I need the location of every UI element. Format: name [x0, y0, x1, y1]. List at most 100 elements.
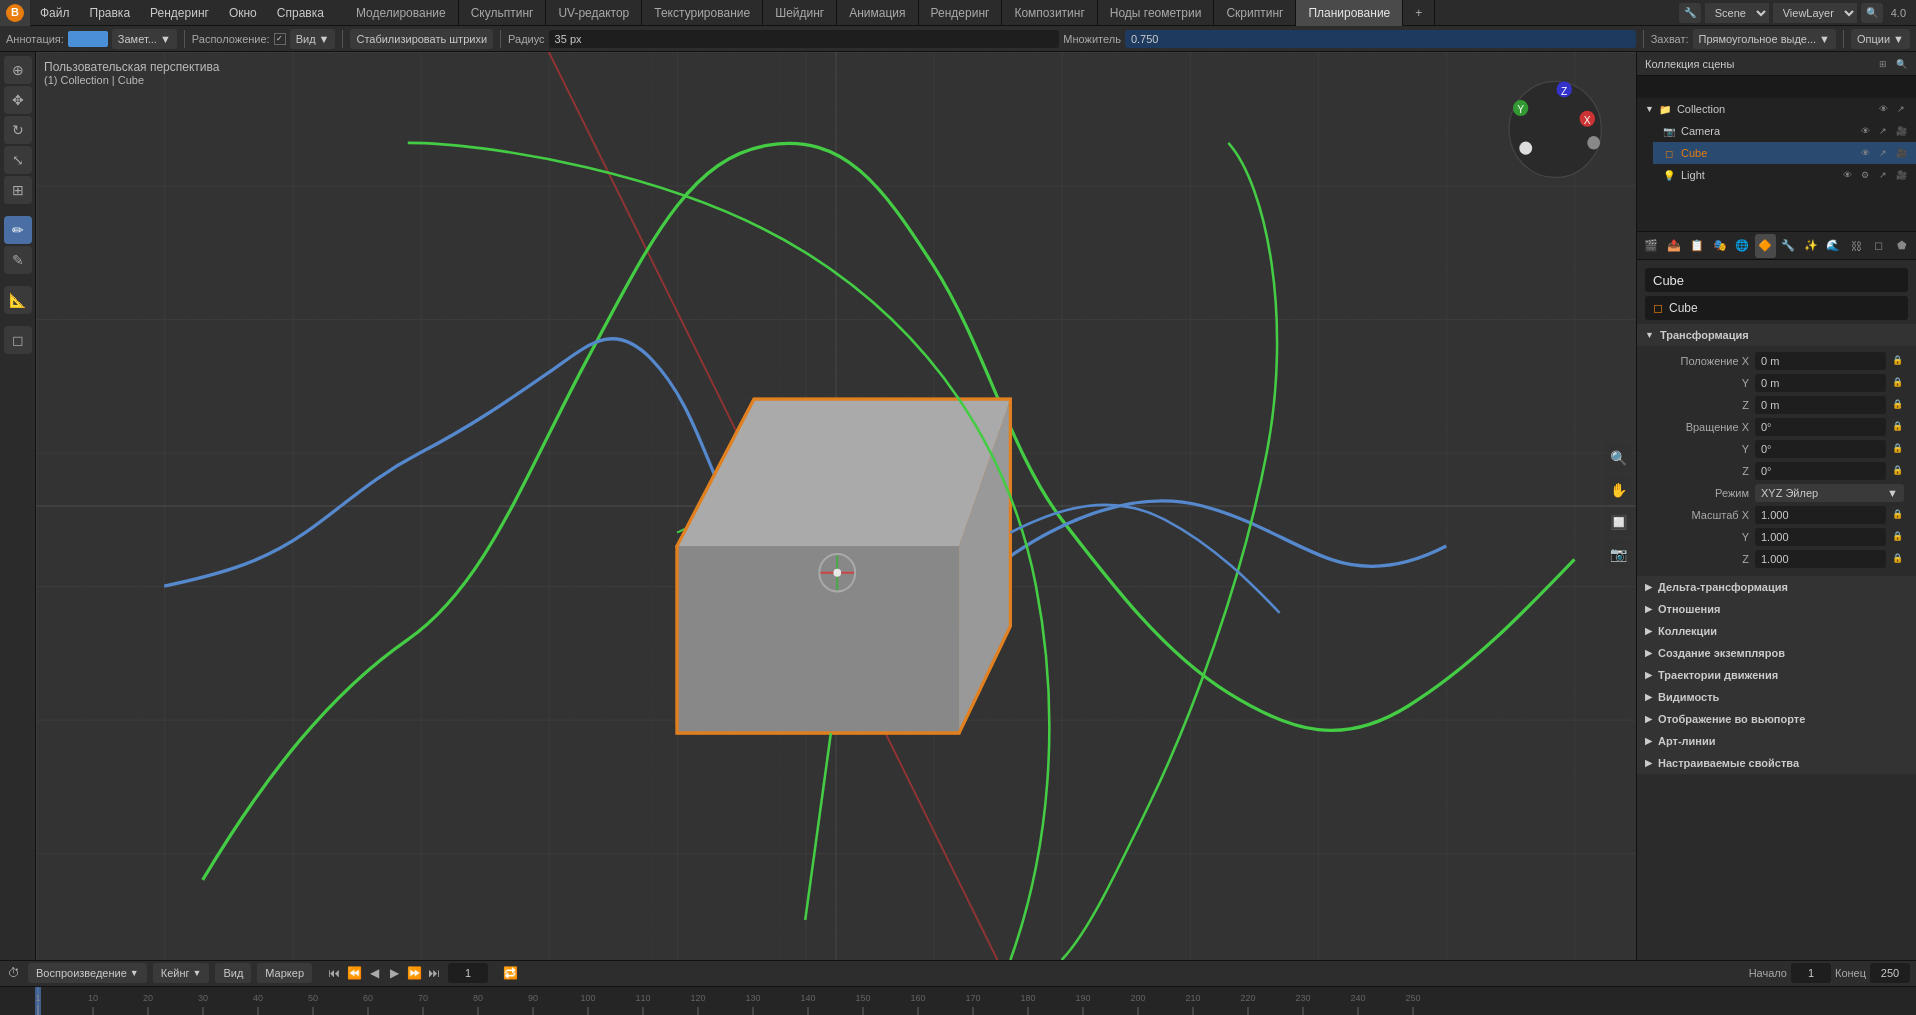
workspace-geometry-nodes[interactable]: Ноды геометрии [1098, 0, 1215, 26]
global-search[interactable]: 🔍 [1861, 3, 1883, 23]
scene-select[interactable]: Scene [1705, 3, 1769, 23]
menu-file[interactable]: Файл [30, 0, 80, 26]
next-key-btn[interactable]: ⏩ [406, 965, 422, 981]
timeline-ruler[interactable]: 1 10 20 30 40 50 60 70 80 90 100 110 120 [0, 987, 1916, 1015]
outliner-item-cube[interactable]: ◻ Cube 👁 ↗ 🎥 [1653, 142, 1916, 164]
keying-btn[interactable]: Кейнг ▼ [153, 963, 210, 983]
prop-tab-data[interactable]: ◻ [1869, 234, 1890, 258]
prop-tab-physics[interactable]: 🌊 [1823, 234, 1844, 258]
menu-help[interactable]: Справка [267, 0, 334, 26]
marker-btn[interactable]: Маркер [257, 963, 312, 983]
workspace-modeling[interactable]: Моделирование [344, 0, 459, 26]
workspace-texture[interactable]: Текстурирование [642, 0, 763, 26]
cursor-icon-light[interactable]: ↗ [1876, 168, 1890, 182]
location-x-lock[interactable]: 🔒 [1892, 355, 1904, 367]
workspace-rendering[interactable]: Рендеринг [919, 0, 1003, 26]
outliner-item-collection[interactable]: ▼ 📁 Collection 👁 ↗ [1637, 98, 1916, 120]
scale-x-lock[interactable]: 🔒 [1892, 509, 1904, 521]
rotation-y-input[interactable]: 0° [1755, 440, 1886, 458]
outliner-filter-btn[interactable]: ⊞ [1876, 57, 1890, 71]
jump-first-btn[interactable]: ⏮ [326, 965, 342, 981]
menu-render[interactable]: Рендеринг [140, 0, 219, 26]
start-frame-input[interactable]: 1 [1791, 963, 1831, 983]
rotation-x-lock[interactable]: 🔒 [1892, 421, 1904, 433]
capture-dropdown[interactable]: Прямоугольное выде... ▼ [1693, 29, 1836, 49]
eye-icon-cube[interactable]: 👁 [1858, 146, 1872, 160]
location-x-input[interactable]: 0 m [1755, 352, 1886, 370]
motion-paths-header[interactable]: ▶ Траектории движения [1637, 664, 1916, 686]
settings-icon-light[interactable]: ⚙ [1858, 168, 1872, 182]
current-frame-display[interactable]: 1 [448, 963, 488, 983]
workspace-sculpting[interactable]: Скульптинг [459, 0, 547, 26]
view-mode-dropdown[interactable]: Вид ▼ [290, 29, 336, 49]
transform-section-header[interactable]: ▼ Трансформация [1637, 324, 1916, 346]
measure-tool[interactable]: 📐 [4, 286, 32, 314]
prop-tab-output[interactable]: 📤 [1664, 234, 1685, 258]
location-checkbox[interactable]: ✓ [274, 33, 286, 45]
rotation-z-lock[interactable]: 🔒 [1892, 465, 1904, 477]
jump-last-btn[interactable]: ⏭ [426, 965, 442, 981]
workspace-scripting[interactable]: Скриптинг [1214, 0, 1296, 26]
viewport[interactable]: X Y Z Пользовательская перспектива (1) C… [36, 52, 1636, 960]
instancing-header[interactable]: ▶ Создание экземпляров [1637, 642, 1916, 664]
view-btn[interactable]: Вид [215, 963, 251, 983]
scale-y-input[interactable]: 1.000 [1755, 528, 1886, 546]
cursor-icon-collection[interactable]: ↗ [1894, 102, 1908, 116]
viewport-display-header[interactable]: ▶ Отображение во вьюпорте [1637, 708, 1916, 730]
workspace-animation[interactable]: Анимация [837, 0, 918, 26]
collections-header[interactable]: ▶ Коллекции [1637, 620, 1916, 642]
rotation-x-input[interactable]: 0° [1755, 418, 1886, 436]
scale-y-lock[interactable]: 🔒 [1892, 531, 1904, 543]
scale-z-lock[interactable]: 🔒 [1892, 553, 1904, 565]
prev-key-btn[interactable]: ⏪ [346, 965, 362, 981]
workspace-shading[interactable]: Шейдинг [763, 0, 837, 26]
pan-btn[interactable]: ✋ [1604, 476, 1632, 504]
location-z-input[interactable]: 0 m [1755, 396, 1886, 414]
transform-tool[interactable]: ⊞ [4, 176, 32, 204]
rotation-y-lock[interactable]: 🔒 [1892, 443, 1904, 455]
render-icon-camera[interactable]: 🎥 [1894, 124, 1908, 138]
location-y-input[interactable]: 0 m [1755, 374, 1886, 392]
timeline-mode-icon[interactable]: ⏱ [6, 965, 22, 981]
playback-btn[interactable]: Воспроизведение ▼ [28, 963, 147, 983]
data-name-field[interactable]: ◻ Cube [1645, 296, 1908, 320]
prop-tab-world[interactable]: 🌐 [1732, 234, 1753, 258]
workspace-uv[interactable]: UV-редактор [546, 0, 642, 26]
relations-header[interactable]: ▶ Отношения [1637, 598, 1916, 620]
eye-icon-collection[interactable]: 👁 [1876, 102, 1890, 116]
multiplier-input[interactable]: 0.750 [1125, 30, 1636, 48]
prop-tab-particles[interactable]: ✨ [1800, 234, 1821, 258]
scale-tool[interactable]: ⤡ [4, 146, 32, 174]
object-name-field[interactable]: Cube [1645, 268, 1908, 292]
prop-tab-render[interactable]: 🎬 [1641, 234, 1662, 258]
play-back-btn[interactable]: ◀ [366, 965, 382, 981]
scale-x-input[interactable]: 1.000 [1755, 506, 1886, 524]
eye-icon-light[interactable]: 👁 [1840, 168, 1854, 182]
engine-select[interactable]: 🔧 [1679, 3, 1701, 23]
zoom-in-btn[interactable]: 🔍 [1604, 444, 1632, 472]
radius-input[interactable]: 35 px [549, 30, 1060, 48]
workspace-compositing[interactable]: Композитинг [1002, 0, 1097, 26]
prop-tab-scene[interactable]: 🎭 [1709, 234, 1730, 258]
play-btn[interactable]: ▶ [386, 965, 402, 981]
camera-btn[interactable]: 📷 [1604, 540, 1632, 568]
loop-toggle[interactable]: 🔁 [502, 965, 518, 981]
prop-tab-constraints[interactable]: ⛓ [1846, 234, 1867, 258]
outliner-item-camera[interactable]: 📷 Camera 👁 ↗ 🎥 [1653, 120, 1916, 142]
outliner-item-light[interactable]: 💡 Light 👁 ⚙ ↗ 🎥 [1653, 164, 1916, 186]
menu-edit[interactable]: Правка [80, 0, 141, 26]
blender-logo[interactable]: B [0, 0, 30, 26]
rotate-tool[interactable]: ↻ [4, 116, 32, 144]
lineart-header[interactable]: ▶ Арт-линии [1637, 730, 1916, 752]
location-y-lock[interactable]: 🔒 [1892, 377, 1904, 389]
visibility-header[interactable]: ▶ Видимость [1637, 686, 1916, 708]
annotate-tool[interactable]: ✏ [4, 216, 32, 244]
rotation-z-input[interactable]: 0° [1755, 462, 1886, 480]
eye-icon-camera[interactable]: 👁 [1858, 124, 1872, 138]
zoom-out-btn[interactable]: 🔲 [1604, 508, 1632, 536]
prop-tab-material[interactable]: ⬟ [1891, 234, 1912, 258]
custom-props-header[interactable]: ▶ Настраиваемые свойства [1637, 752, 1916, 774]
options-dropdown[interactable]: Опции ▼ [1851, 29, 1910, 49]
cursor-tool[interactable]: ⊕ [4, 56, 32, 84]
location-z-lock[interactable]: 🔒 [1892, 399, 1904, 411]
